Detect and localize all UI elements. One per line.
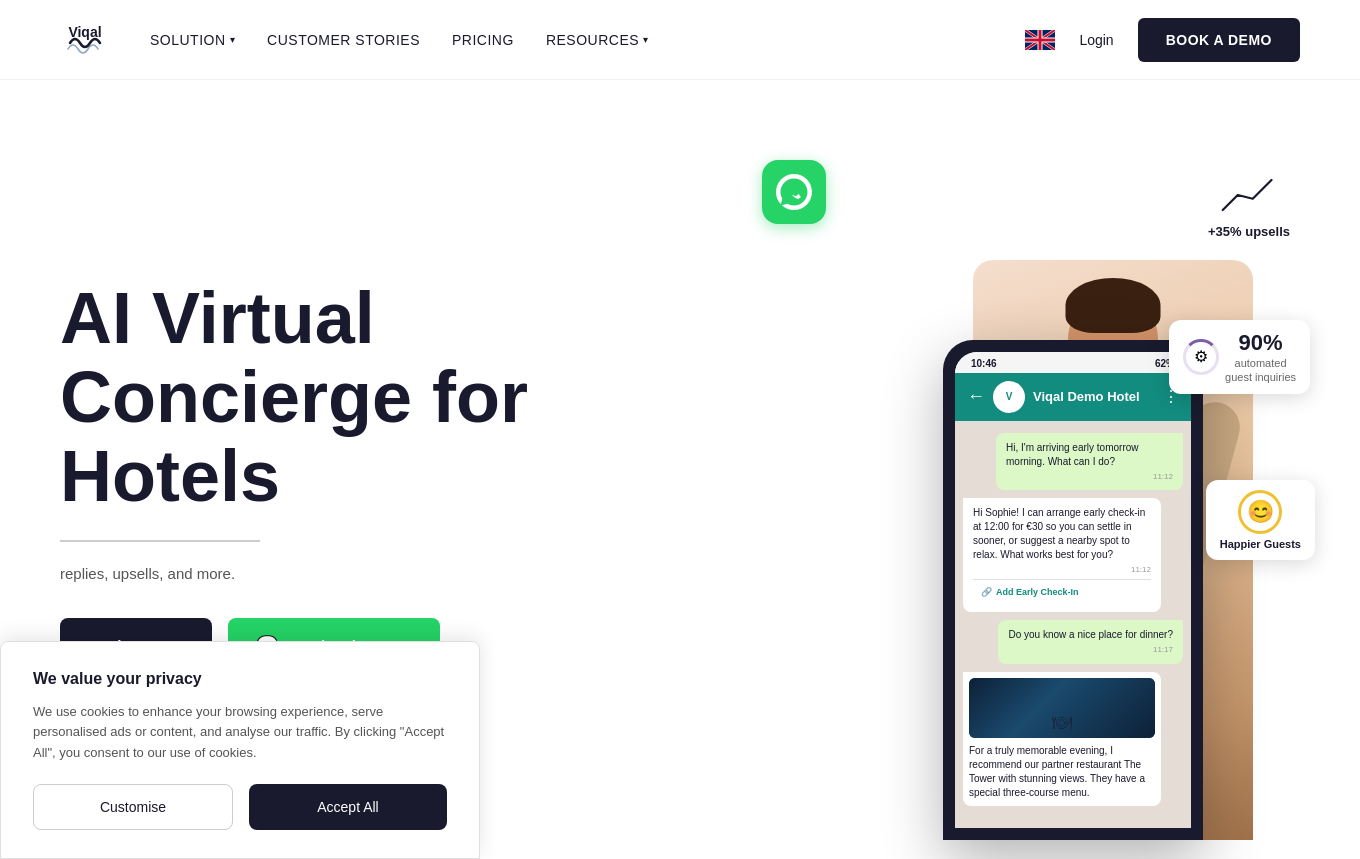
logo[interactable]: Viqal xyxy=(60,15,110,65)
restaurant-icon: 🍽 xyxy=(1052,708,1072,736)
automated-percent: 90% xyxy=(1225,330,1296,356)
nav-resources[interactable]: RESOURCES ▾ xyxy=(546,32,649,48)
navbar-left: Viqal SOLUTION ▾ CUSTOMER STORIES PRICIN… xyxy=(60,15,649,65)
restaurant-image: 🍽 xyxy=(969,678,1155,738)
book-demo-button[interactable]: BOOK A DEMO xyxy=(1138,18,1300,62)
hero-divider xyxy=(60,540,260,542)
chat-avatar: V xyxy=(993,381,1025,413)
svg-text:Viqal: Viqal xyxy=(68,24,101,40)
viqal-logo-icon: Viqal xyxy=(60,15,110,65)
language-selector[interactable] xyxy=(1025,30,1055,50)
msg-in-1: Hi Sophie! I can arrange early check-in … xyxy=(963,498,1161,613)
phone-time: 10:46 xyxy=(971,358,997,369)
automated-gear-icon: ⚙ xyxy=(1183,339,1219,375)
msg-in-2: 🍽 For a truly memorable evening, I recom… xyxy=(963,672,1161,806)
hero-description: replies, upsells, and more. xyxy=(60,562,520,586)
msg-out-1: Hi, I'm arriving early tomorrow morning.… xyxy=(996,433,1183,490)
msg-in-1-container: Hi Sophie! I can arrange early check-in … xyxy=(963,498,1161,613)
add-checkin-btn[interactable]: 🔗 Add Early Check-In xyxy=(973,579,1151,605)
phone-screen: 10:46 62% ← V Viqal Demo Hotel ⋮ xyxy=(955,352,1191,828)
navbar-right: Login BOOK A DEMO xyxy=(1025,18,1300,62)
login-link[interactable]: Login xyxy=(1079,32,1113,48)
action-btn-label: Add Early Check-In xyxy=(996,586,1079,599)
cookie-title: We value your privacy xyxy=(33,670,447,688)
msg-in-1-time: 11:12 xyxy=(973,564,1151,575)
msg-in-2-text: For a truly memorable evening, I recomme… xyxy=(969,745,1145,798)
phone-mockup: 10:46 62% ← V Viqal Demo Hotel ⋮ xyxy=(943,340,1203,840)
nav-resources-label: RESOURCES xyxy=(546,32,639,48)
back-icon: ← xyxy=(967,386,985,407)
automated-badge: ⚙ 90% automatedguest inquiries xyxy=(1169,320,1310,395)
msg-out-1-time: 11:12 xyxy=(1006,471,1173,482)
upsells-badge: +35% upsells xyxy=(1208,170,1290,239)
phone-chat-header: ← V Viqal Demo Hotel ⋮ xyxy=(955,373,1191,421)
automated-text: 90% automatedguest inquiries xyxy=(1225,330,1296,385)
phone-status-bar: 10:46 62% xyxy=(955,352,1191,373)
hero-title: AI Virtual Concierge for Hotels xyxy=(60,279,742,517)
msg-out-2-time: 11:17 xyxy=(1008,644,1173,655)
nav-pricing[interactable]: PRICING xyxy=(452,32,514,48)
nav-customer-stories[interactable]: CUSTOMER STORIES xyxy=(267,32,420,48)
logo-image: Viqal xyxy=(60,15,110,65)
phone-messages: Hi, I'm arriving early tomorrow morning.… xyxy=(955,421,1191,828)
msg-out-1-text: Hi, I'm arriving early tomorrow morning.… xyxy=(1006,442,1139,467)
upsells-text: +35% upsells xyxy=(1208,224,1290,239)
cookie-buttons: Customise Accept All xyxy=(33,784,447,830)
smiley-icon: 😊 xyxy=(1238,490,1282,534)
happier-guests-badge: 😊 Happier Guests xyxy=(1206,480,1315,560)
navbar: Viqal SOLUTION ▾ CUSTOMER STORIES PRICIN… xyxy=(0,0,1360,80)
chevron-down-icon-2: ▾ xyxy=(643,34,649,45)
whatsapp-badge xyxy=(762,160,826,224)
cookie-text: We use cookies to enhance your browsing … xyxy=(33,702,447,764)
customise-button[interactable]: Customise xyxy=(33,784,233,830)
nav-links: SOLUTION ▾ CUSTOMER STORIES PRICING RESO… xyxy=(150,32,649,48)
msg-in-2-container: 🍽 For a truly memorable evening, I recom… xyxy=(963,672,1161,806)
msg-out-2-text: Do you know a nice place for dinner? xyxy=(1008,629,1173,640)
upsells-arrow-icon xyxy=(1219,170,1279,220)
happier-text: Happier Guests xyxy=(1220,538,1301,550)
chevron-down-icon: ▾ xyxy=(230,34,236,45)
automated-sub-label: automatedguest inquiries xyxy=(1225,356,1296,385)
nav-customer-stories-label: CUSTOMER STORIES xyxy=(267,32,420,48)
chat-hotel-name: Viqal Demo Hotel xyxy=(1033,389,1155,404)
nav-pricing-label: PRICING xyxy=(452,32,514,48)
hero-right: +35% upsells ⚙ 90% automatedguest inquir… xyxy=(742,140,1300,840)
whatsapp-icon xyxy=(774,172,814,212)
cookie-banner: We value your privacy We use cookies to … xyxy=(0,641,480,859)
nav-solution-label: SOLUTION xyxy=(150,32,226,48)
msg-in-1-text: Hi Sophie! I can arrange early check-in … xyxy=(973,507,1145,560)
msg-out-2: Do you know a nice place for dinner? 11:… xyxy=(998,620,1183,663)
chat-info: Viqal Demo Hotel xyxy=(1033,389,1155,404)
accept-all-button[interactable]: Accept All xyxy=(249,784,447,830)
nav-solution[interactable]: SOLUTION ▾ xyxy=(150,32,235,48)
